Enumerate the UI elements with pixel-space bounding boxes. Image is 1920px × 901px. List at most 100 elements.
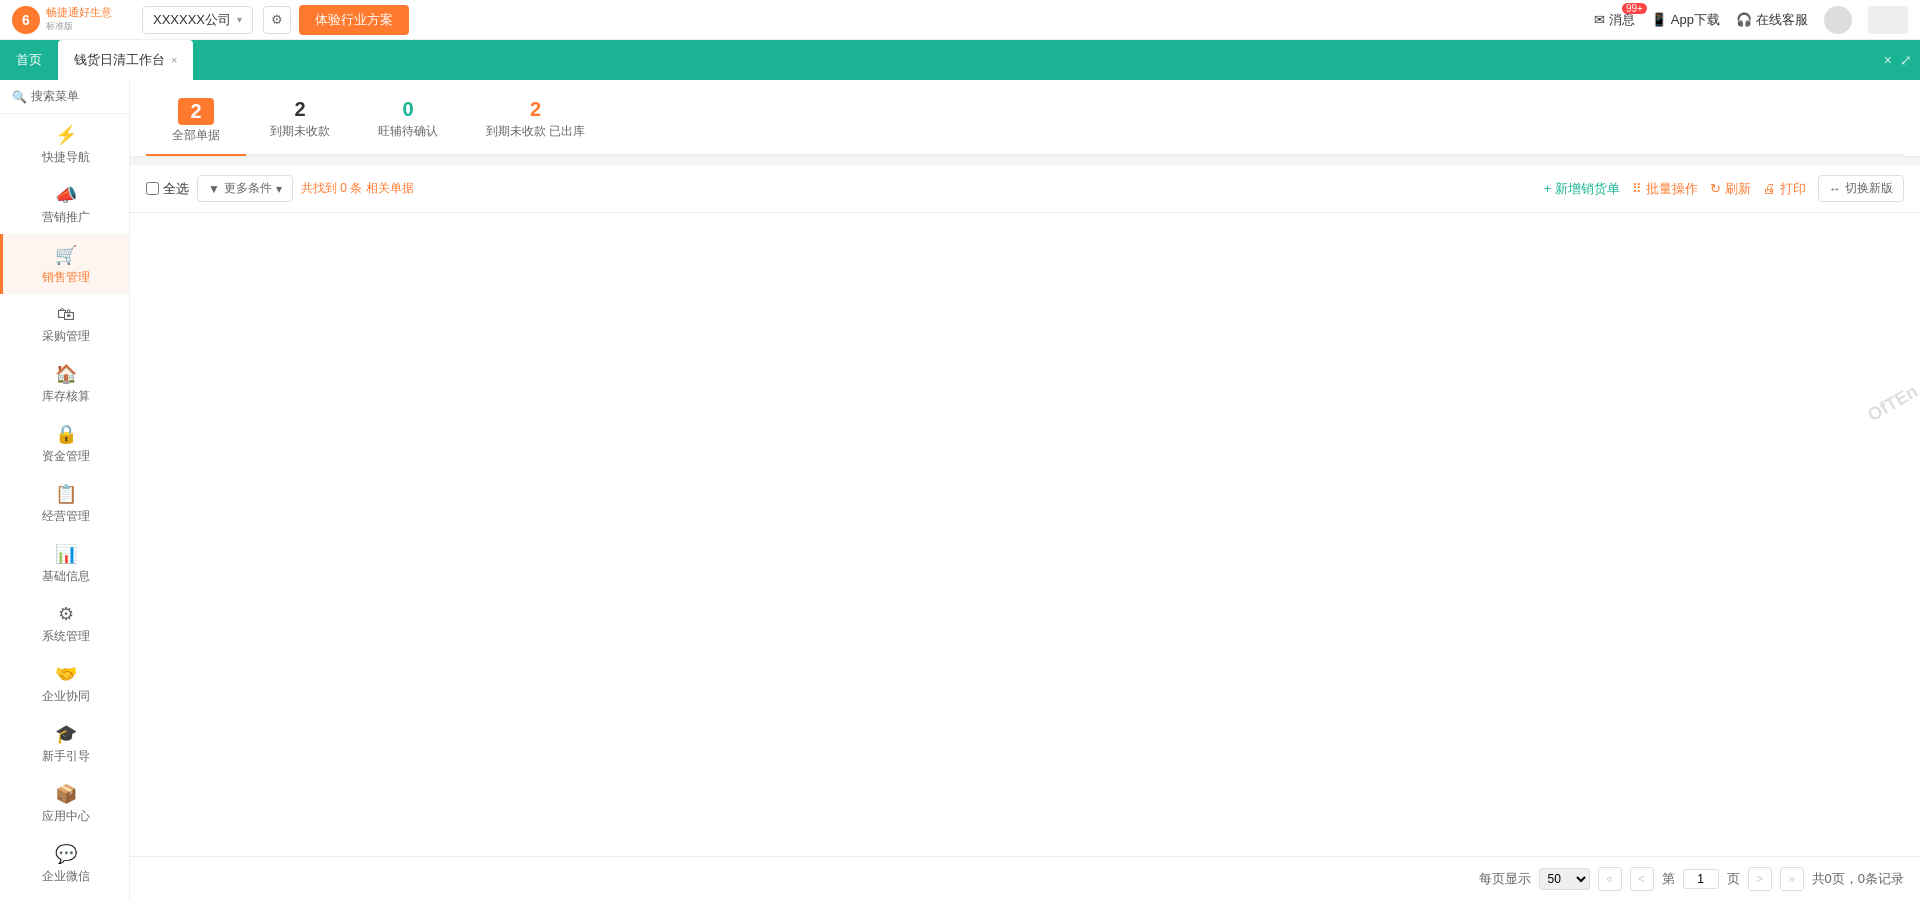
stats-bar: 2 全部单据 2 到期未收款 0 旺辅待确认 2 到期未收款 已出库 bbox=[130, 80, 1920, 157]
logo-text: 畅捷通好生意 bbox=[46, 6, 112, 19]
enterprise-icon: 🤝 bbox=[55, 663, 77, 685]
app-download-button[interactable]: 📱 App下载 bbox=[1651, 11, 1720, 29]
logo-area: 6 畅捷通好生意 标准版 bbox=[12, 6, 142, 34]
print-button[interactable]: 🖨 打印 bbox=[1763, 180, 1806, 198]
window-close-icon[interactable]: × bbox=[1884, 52, 1892, 68]
settings-button[interactable]: ⚙ bbox=[263, 6, 291, 34]
sidebar-item-member[interactable]: 🏷 畅会员 bbox=[0, 893, 129, 901]
sidebar-item-purchase[interactable]: 🛍 采购管理 bbox=[0, 294, 129, 353]
app-center-icon: 📦 bbox=[55, 783, 77, 805]
page-suffix: 页 bbox=[1727, 870, 1740, 888]
sidebar-item-label: 基础信息 bbox=[42, 568, 90, 585]
purchase-icon: 🛍 bbox=[57, 304, 75, 325]
user-name[interactable] bbox=[1868, 6, 1908, 34]
sidebar-item-enterprise[interactable]: 🤝 企业协同 bbox=[0, 653, 129, 713]
content-area: 2 全部单据 2 到期未收款 0 旺辅待确认 2 到期未收款 已出库 bbox=[130, 80, 1920, 901]
tab-close-icon[interactable]: × bbox=[171, 54, 177, 66]
stat-label-overdue: 到期未收款 bbox=[270, 123, 330, 140]
message-badge: 99+ bbox=[1622, 3, 1647, 14]
sidebar-item-app-center[interactable]: 📦 应用中心 bbox=[0, 773, 129, 833]
filter-icon: ▼ bbox=[208, 182, 220, 196]
experience-button[interactable]: 体验行业方案 bbox=[299, 5, 409, 35]
sidebar-item-label: 新手引导 bbox=[42, 748, 90, 765]
print-label: 打印 bbox=[1780, 180, 1806, 198]
search-icon: 🔍 bbox=[12, 90, 27, 104]
sidebar-item-marketing[interactable]: 📣 营销推广 bbox=[0, 174, 129, 234]
related-text: 相关单据 bbox=[366, 181, 414, 195]
logo-text-group: 畅捷通好生意 标准版 bbox=[46, 6, 112, 32]
stat-tab-overdue-out[interactable]: 2 到期未收款 已出库 bbox=[462, 92, 609, 156]
sidebar-item-label: 资金管理 bbox=[42, 448, 90, 465]
found-text: 共找到 bbox=[301, 181, 337, 195]
filter-label: 更多条件 bbox=[224, 180, 272, 197]
batch-label: 批量操作 bbox=[1646, 180, 1698, 198]
stat-label-overdue-out: 到期未收款 已出库 bbox=[486, 123, 585, 140]
batch-operations-button[interactable]: ⠿ 批量操作 bbox=[1632, 180, 1698, 198]
logo-icon: 6 bbox=[12, 6, 40, 34]
sidebar-item-system[interactable]: ⚙ 系统管理 bbox=[0, 593, 129, 653]
sidebar-item-basic-info[interactable]: 📊 基础信息 bbox=[0, 533, 129, 593]
inventory-icon: 🏠 bbox=[55, 363, 77, 385]
stats-tabs: 2 全部单据 2 到期未收款 0 旺辅待确认 2 到期未收款 已出库 bbox=[146, 92, 1904, 156]
online-service-button[interactable]: 🎧 在线客服 bbox=[1736, 11, 1808, 29]
tab-home[interactable]: 首页 bbox=[0, 40, 58, 80]
toolbar: 全选 ▼ 更多条件 ▾ 共找到 0 条 相关单据 + 新增销货单 ⠿ 批量操作 bbox=[130, 165, 1920, 213]
message-icon: ✉ bbox=[1594, 12, 1605, 27]
watermark: OfTEn bbox=[1864, 381, 1920, 426]
toolbar-right: + 新增销货单 ⠿ 批量操作 ↻ 刷新 🖨 打印 ↔ 切换新版 bbox=[1544, 175, 1904, 202]
system-icon: ⚙ bbox=[58, 603, 74, 625]
select-all-checkbox[interactable]: 全选 bbox=[146, 180, 189, 198]
stat-label-wangpiao: 旺辅待确认 bbox=[378, 123, 438, 140]
service-icon: 🎧 bbox=[1736, 12, 1752, 27]
refresh-icon: ↻ bbox=[1710, 181, 1721, 196]
online-service-label: 在线客服 bbox=[1756, 11, 1808, 29]
sidebar: 🔍 搜索菜单 ⚡ 快捷导航 📣 营销推广 🛒 销售管理 🛍 采购管理 🏠 库存核… bbox=[0, 80, 130, 901]
search-menu[interactable]: 🔍 搜索菜单 bbox=[0, 80, 129, 114]
sidebar-item-label: 营销推广 bbox=[42, 209, 90, 226]
per-page-select[interactable]: 50 10 20 100 bbox=[1539, 868, 1590, 890]
total-info: 共0页，0条记录 bbox=[1812, 870, 1904, 888]
window-expand-icon[interactable]: ⤢ bbox=[1900, 52, 1912, 68]
stat-tab-overdue[interactable]: 2 到期未收款 bbox=[246, 92, 354, 156]
select-all-input[interactable] bbox=[146, 182, 159, 195]
guide-icon: 🎓 bbox=[55, 723, 77, 745]
header: 6 畅捷通好生意 标准版 XXXXXX公司 ▾ ⚙ 体验行业方案 ✉ 消息 99… bbox=[0, 0, 1920, 40]
tab-active[interactable]: 钱货日清工作台 × bbox=[58, 40, 193, 80]
sidebar-item-operations[interactable]: 📋 经营管理 bbox=[0, 473, 129, 533]
chevron-down-icon: ▾ bbox=[237, 14, 242, 25]
last-page-button[interactable]: » bbox=[1780, 867, 1804, 891]
company-name: XXXXXX公司 bbox=[153, 11, 231, 29]
refresh-button[interactable]: ↻ 刷新 bbox=[1710, 180, 1751, 198]
sidebar-item-label: 企业协同 bbox=[42, 688, 90, 705]
filter-chevron-icon: ▾ bbox=[276, 182, 282, 196]
sales-icon: 🛒 bbox=[55, 244, 77, 266]
filter-button[interactable]: ▼ 更多条件 ▾ bbox=[197, 175, 293, 202]
switch-version-button[interactable]: ↔ 切换新版 bbox=[1818, 175, 1904, 202]
sidebar-item-guide[interactable]: 🎓 新手引导 bbox=[0, 713, 129, 773]
company-selector[interactable]: XXXXXX公司 ▾ bbox=[142, 6, 253, 34]
sidebar-item-wechat[interactable]: 💬 企业微信 bbox=[0, 833, 129, 893]
window-controls: × ⤢ bbox=[1884, 52, 1920, 68]
stat-tab-wangpiao[interactable]: 0 旺辅待确认 bbox=[354, 92, 462, 156]
message-button[interactable]: ✉ 消息 99+ bbox=[1594, 11, 1635, 29]
prev-page-button[interactable]: < bbox=[1630, 867, 1654, 891]
add-sales-order-button[interactable]: + 新增销货单 bbox=[1544, 180, 1620, 198]
stat-tab-all[interactable]: 2 全部单据 bbox=[146, 92, 246, 156]
tab-bar: 首页 钱货日清工作台 × × ⤢ bbox=[0, 40, 1920, 80]
sidebar-item-label: 快捷导航 bbox=[42, 149, 90, 166]
download-icon: 📱 bbox=[1651, 12, 1667, 27]
first-page-button[interactable]: « bbox=[1598, 867, 1622, 891]
sidebar-item-inventory[interactable]: 🏠 库存核算 bbox=[0, 353, 129, 413]
main-layout: 🔍 搜索菜单 ⚡ 快捷导航 📣 营销推广 🛒 销售管理 🛍 采购管理 🏠 库存核… bbox=[0, 80, 1920, 901]
avatar[interactable] bbox=[1824, 6, 1852, 34]
table-area: OfTEn bbox=[130, 213, 1920, 856]
sidebar-item-finance[interactable]: 🔒 资金管理 bbox=[0, 413, 129, 473]
marketing-icon: 📣 bbox=[55, 184, 77, 206]
sidebar-item-label: 库存核算 bbox=[42, 388, 90, 405]
next-page-button[interactable]: > bbox=[1748, 867, 1772, 891]
batch-icon: ⠿ bbox=[1632, 181, 1642, 196]
sidebar-item-sales[interactable]: 🛒 销售管理 bbox=[0, 234, 129, 294]
page-number-input[interactable] bbox=[1683, 869, 1719, 889]
sidebar-item-quick-nav[interactable]: ⚡ 快捷导航 bbox=[0, 114, 129, 174]
select-all-label: 全选 bbox=[163, 180, 189, 198]
